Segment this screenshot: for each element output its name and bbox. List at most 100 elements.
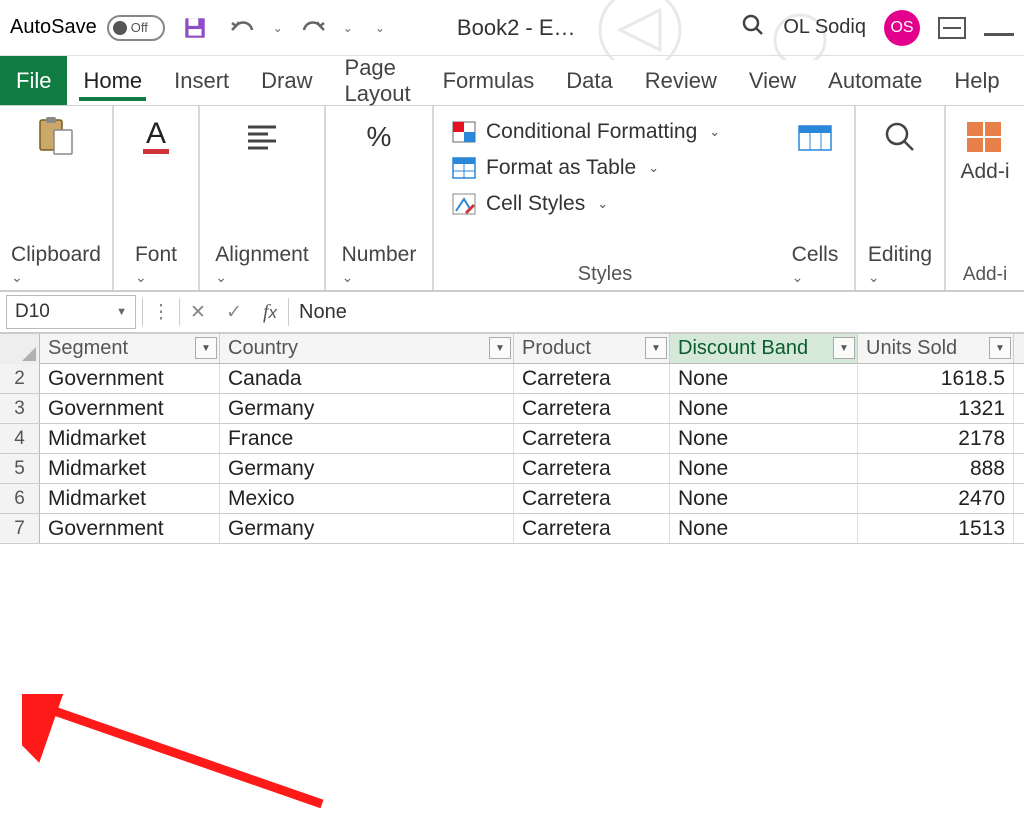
formula-more-button[interactable]: ⋮ (143, 295, 179, 329)
cell-discount[interactable]: None (670, 394, 858, 423)
cell-discount[interactable]: None (670, 424, 858, 453)
cell-segment[interactable]: Government (40, 514, 220, 543)
cell-product[interactable]: Carretera (514, 364, 670, 393)
cell-country[interactable]: France (220, 424, 514, 453)
cell-units[interactable]: 2470 (858, 484, 1014, 513)
tab-formulas[interactable]: Formulas (427, 56, 551, 105)
autosave-toggle[interactable]: Off (107, 15, 165, 41)
row-header[interactable]: 2 (0, 364, 40, 393)
filter-button[interactable]: ▼ (645, 337, 667, 359)
addins-icon[interactable] (965, 114, 1005, 160)
tab-table-design[interactable]: Tabl (1016, 56, 1024, 105)
formula-input[interactable] (289, 295, 1024, 329)
save-button[interactable] (177, 11, 213, 45)
alignment-caret-icon[interactable]: ⌄ (215, 269, 308, 286)
redo-button[interactable] (295, 11, 331, 45)
cell-product[interactable]: Carretera (514, 514, 670, 543)
cell-units[interactable]: 1618.5 (858, 364, 1014, 393)
select-all-corner[interactable] (0, 334, 40, 364)
tab-automate[interactable]: Automate (812, 56, 938, 105)
column-header-segment[interactable]: Segment ▼ (40, 334, 220, 363)
cell-discount[interactable]: None (670, 514, 858, 543)
cells-icon[interactable] (797, 114, 833, 160)
row-header[interactable]: 4 (0, 424, 40, 453)
cell-units[interactable]: 888 (858, 454, 1014, 483)
search-button[interactable] (741, 13, 765, 42)
redo-caret-icon[interactable]: ⌄ (343, 21, 353, 35)
cell-discount[interactable]: None (670, 454, 858, 483)
number-icon[interactable]: % (359, 114, 399, 160)
cell-segment[interactable]: Government (40, 364, 220, 393)
cell-segment[interactable]: Midmarket (40, 454, 220, 483)
cell-styles-button[interactable]: Cell Styles ⌄ (448, 186, 762, 222)
filter-button[interactable]: ▼ (833, 337, 855, 359)
group-number: % Number ⌄ (326, 106, 434, 290)
column-header-discount-band[interactable]: Discount Band ▼ (670, 334, 858, 363)
row-header[interactable]: 6 (0, 484, 40, 513)
undo-caret-icon[interactable]: ⌄ (273, 21, 283, 35)
editing-caret-icon[interactable]: ⌄ (868, 269, 932, 286)
cell-product[interactable]: Carretera (514, 424, 670, 453)
cell-product[interactable]: Carretera (514, 484, 670, 513)
name-box-caret-icon[interactable]: ▼ (116, 306, 127, 318)
tab-page-layout[interactable]: Page Layout (329, 56, 427, 105)
conditional-formatting-button[interactable]: Conditional Formatting ⌄ (448, 114, 762, 150)
row-header[interactable]: 5 (0, 454, 40, 483)
font-label: Font (135, 243, 177, 267)
font-icon[interactable]: A (137, 114, 175, 160)
ribbon-display-button[interactable] (938, 17, 966, 39)
tab-data[interactable]: Data (550, 56, 628, 105)
minimize-button[interactable] (984, 33, 1014, 37)
accept-formula-button[interactable]: ✓ (216, 295, 252, 329)
cell-segment[interactable]: Midmarket (40, 424, 220, 453)
cell-units[interactable]: 1513 (858, 514, 1014, 543)
svg-text:%: % (367, 121, 392, 152)
cells-caret-icon[interactable]: ⌄ (792, 269, 839, 286)
row-header[interactable]: 3 (0, 394, 40, 423)
undo-button[interactable] (225, 11, 261, 45)
alignment-icon[interactable] (244, 114, 280, 160)
cell-styles-label: Cell Styles (486, 192, 585, 216)
cell-segment[interactable]: Government (40, 394, 220, 423)
name-box[interactable]: D10 ▼ (6, 295, 136, 329)
cell-segment[interactable]: Midmarket (40, 484, 220, 513)
cell-discount[interactable]: None (670, 484, 858, 513)
row-header[interactable]: 7 (0, 514, 40, 543)
filter-button[interactable]: ▼ (195, 337, 217, 359)
format-as-table-button[interactable]: Format as Table ⌄ (448, 150, 762, 186)
cell-country[interactable]: Canada (220, 364, 514, 393)
paste-icon[interactable] (36, 114, 76, 160)
cell-product[interactable]: Carretera (514, 394, 670, 423)
font-caret-icon[interactable]: ⌄ (135, 269, 177, 286)
column-header-product[interactable]: Product ▼ (514, 334, 670, 363)
tab-draw[interactable]: Draw (245, 56, 328, 105)
tab-file[interactable]: File (0, 56, 67, 105)
cancel-formula-button[interactable]: ✕ (180, 295, 216, 329)
cell-country[interactable]: Germany (220, 514, 514, 543)
cell-units[interactable]: 2178 (858, 424, 1014, 453)
tab-view[interactable]: View (733, 56, 812, 105)
cell-country[interactable]: Germany (220, 454, 514, 483)
filter-button[interactable]: ▼ (989, 337, 1011, 359)
cell-product[interactable]: Carretera (514, 454, 670, 483)
cell-country[interactable]: Germany (220, 394, 514, 423)
column-header-country[interactable]: Country ▼ (220, 334, 514, 363)
tab-insert[interactable]: Insert (158, 56, 245, 105)
tab-review[interactable]: Review (629, 56, 733, 105)
editing-icon[interactable] (883, 114, 917, 160)
clipboard-caret-icon[interactable]: ⌄ (11, 269, 101, 286)
insert-function-button[interactable]: fx (252, 295, 288, 329)
tab-home[interactable]: Home (67, 56, 158, 105)
qat-customize-caret-icon[interactable]: ⌄ (375, 21, 385, 35)
autosave-control[interactable]: AutoSave Off (10, 15, 165, 41)
cell-discount[interactable]: None (670, 364, 858, 393)
column-header-units-sold[interactable]: Units Sold ▼ (858, 334, 1014, 363)
number-caret-icon[interactable]: ⌄ (342, 269, 417, 286)
annotation-arrow (22, 694, 342, 824)
filter-button[interactable]: ▼ (489, 337, 511, 359)
tab-help[interactable]: Help (938, 56, 1015, 105)
cell-units[interactable]: 1321 (858, 394, 1014, 423)
user-name[interactable]: OL Sodiq (783, 16, 866, 39)
cell-country[interactable]: Mexico (220, 484, 514, 513)
avatar[interactable]: OS (884, 10, 920, 46)
